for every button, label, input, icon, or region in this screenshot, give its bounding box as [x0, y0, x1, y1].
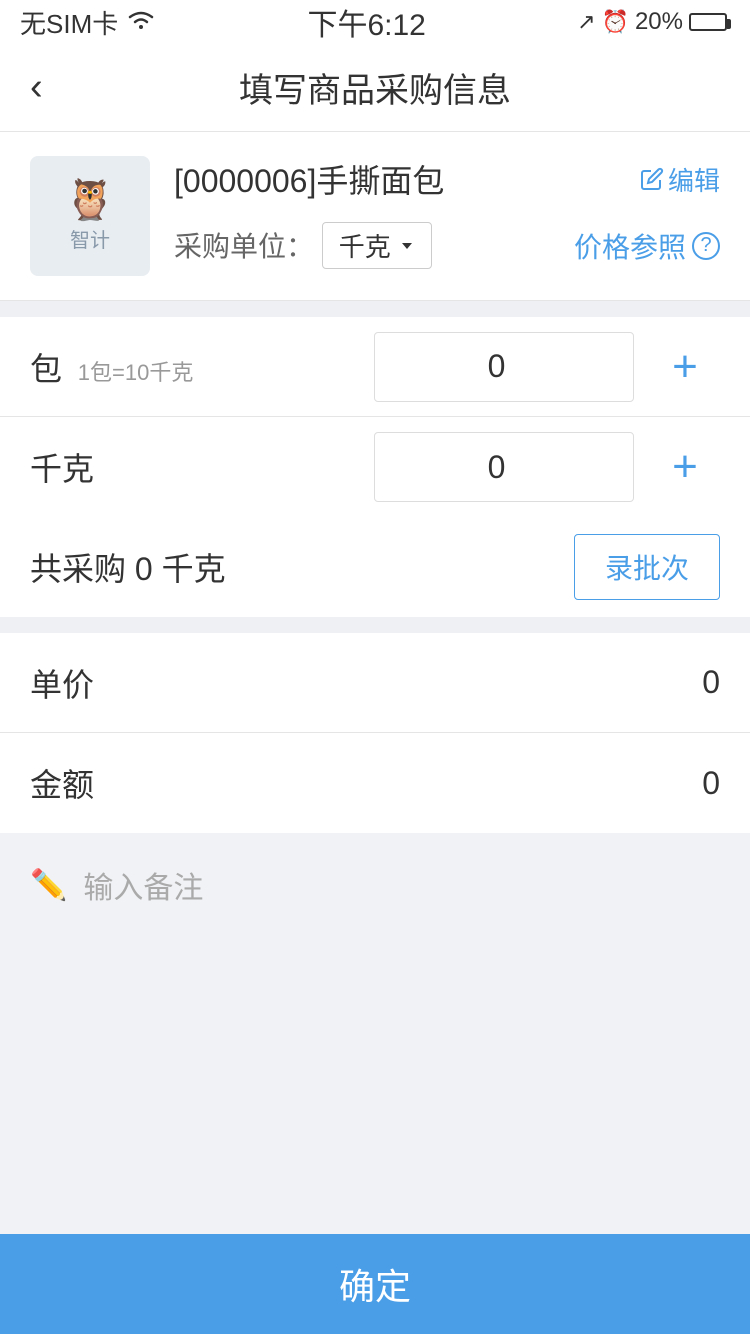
- section-divider-2: [0, 617, 750, 633]
- bao-plus-button[interactable]: +: [650, 332, 720, 402]
- amount-row: 金额 0: [0, 733, 750, 833]
- kg-label: 千克: [30, 451, 94, 487]
- unit-selector[interactable]: 采购单位： 千克: [174, 222, 432, 269]
- batch-button[interactable]: 录批次: [574, 534, 720, 600]
- time-label: 下午6:12: [307, 0, 425, 44]
- product-name-row: [0000006]手撕面包 编辑: [174, 156, 720, 202]
- kg-plus-button[interactable]: +: [650, 432, 720, 502]
- location-icon: ↗: [577, 9, 595, 35]
- edit-label: 编辑: [668, 161, 720, 198]
- bao-input-row: 包 1包=10千克 +: [0, 317, 750, 417]
- bao-sub-label: 1包=10千克: [78, 360, 194, 385]
- product-logo: 🦉: [65, 180, 115, 220]
- carrier-label: 无SIM卡: [20, 4, 118, 41]
- confirm-button[interactable]: 确定: [0, 1234, 750, 1334]
- nav-bar: ‹ 填写商品采购信息: [0, 44, 750, 132]
- status-right: ↗ ⏰ 20%: [577, 8, 730, 36]
- price-reference-button[interactable]: 价格参照 ?: [574, 226, 720, 266]
- unit-price-row: 单价 0: [0, 633, 750, 733]
- product-card: 🦉 智计 [0000006]手撕面包 编辑 采购单位： 千克: [0, 132, 750, 301]
- product-thumbnail: 🦉 智计: [30, 156, 150, 276]
- battery-icon: [689, 13, 730, 31]
- notes-section[interactable]: ✏️ 输入备注: [0, 833, 750, 937]
- section-divider-1: [0, 301, 750, 317]
- back-button[interactable]: ‹: [30, 66, 43, 109]
- bao-quantity-input[interactable]: [374, 332, 634, 402]
- kg-quantity-input[interactable]: [374, 432, 634, 502]
- kg-label-group: 千克: [30, 444, 94, 490]
- summary-section: 共采购 0 千克 录批次: [0, 517, 750, 617]
- status-left: 无SIM卡: [20, 4, 156, 41]
- product-info: [0000006]手撕面包 编辑 采购单位： 千克 价格参照 ?: [174, 156, 720, 269]
- product-unit-row: 采购单位： 千克 价格参照 ?: [174, 222, 720, 269]
- unit-select[interactable]: 千克: [322, 222, 432, 269]
- edit-button[interactable]: 编辑: [640, 161, 720, 198]
- amount-label: 金额: [30, 760, 94, 806]
- kg-input-row: 千克 +: [0, 417, 750, 517]
- price-section: 单价 0 金额 0: [0, 633, 750, 833]
- pencil-icon: ✏️: [30, 868, 67, 903]
- help-icon: ?: [692, 232, 720, 260]
- bao-input-section: 包 1包=10千克 + 千克 +: [0, 317, 750, 517]
- unit-price-value: 0: [702, 664, 720, 701]
- battery-percent: 20%: [635, 8, 683, 36]
- unit-label-text: 采购单位：: [174, 231, 314, 262]
- product-logo-sub: 智计: [70, 224, 110, 253]
- bao-label-group: 包 1包=10千克: [30, 344, 193, 390]
- alarm-icon: ⏰: [602, 9, 629, 35]
- wifi-icon: [126, 7, 156, 38]
- kg-input-right: +: [374, 432, 720, 502]
- product-name: [0000006]手撕面包: [174, 156, 444, 202]
- status-bar: 无SIM卡 下午6:12 ↗ ⏰ 20%: [0, 0, 750, 44]
- unit-price-label: 单价: [30, 660, 94, 706]
- amount-value: 0: [702, 765, 720, 802]
- page-title: 填写商品采购信息: [239, 63, 511, 112]
- bao-label: 包: [30, 351, 62, 387]
- bao-input-right: +: [374, 332, 720, 402]
- summary-text: 共采购 0 千克: [30, 544, 226, 590]
- bottom-space: [0, 937, 750, 1237]
- notes-placeholder: 输入备注: [83, 863, 203, 907]
